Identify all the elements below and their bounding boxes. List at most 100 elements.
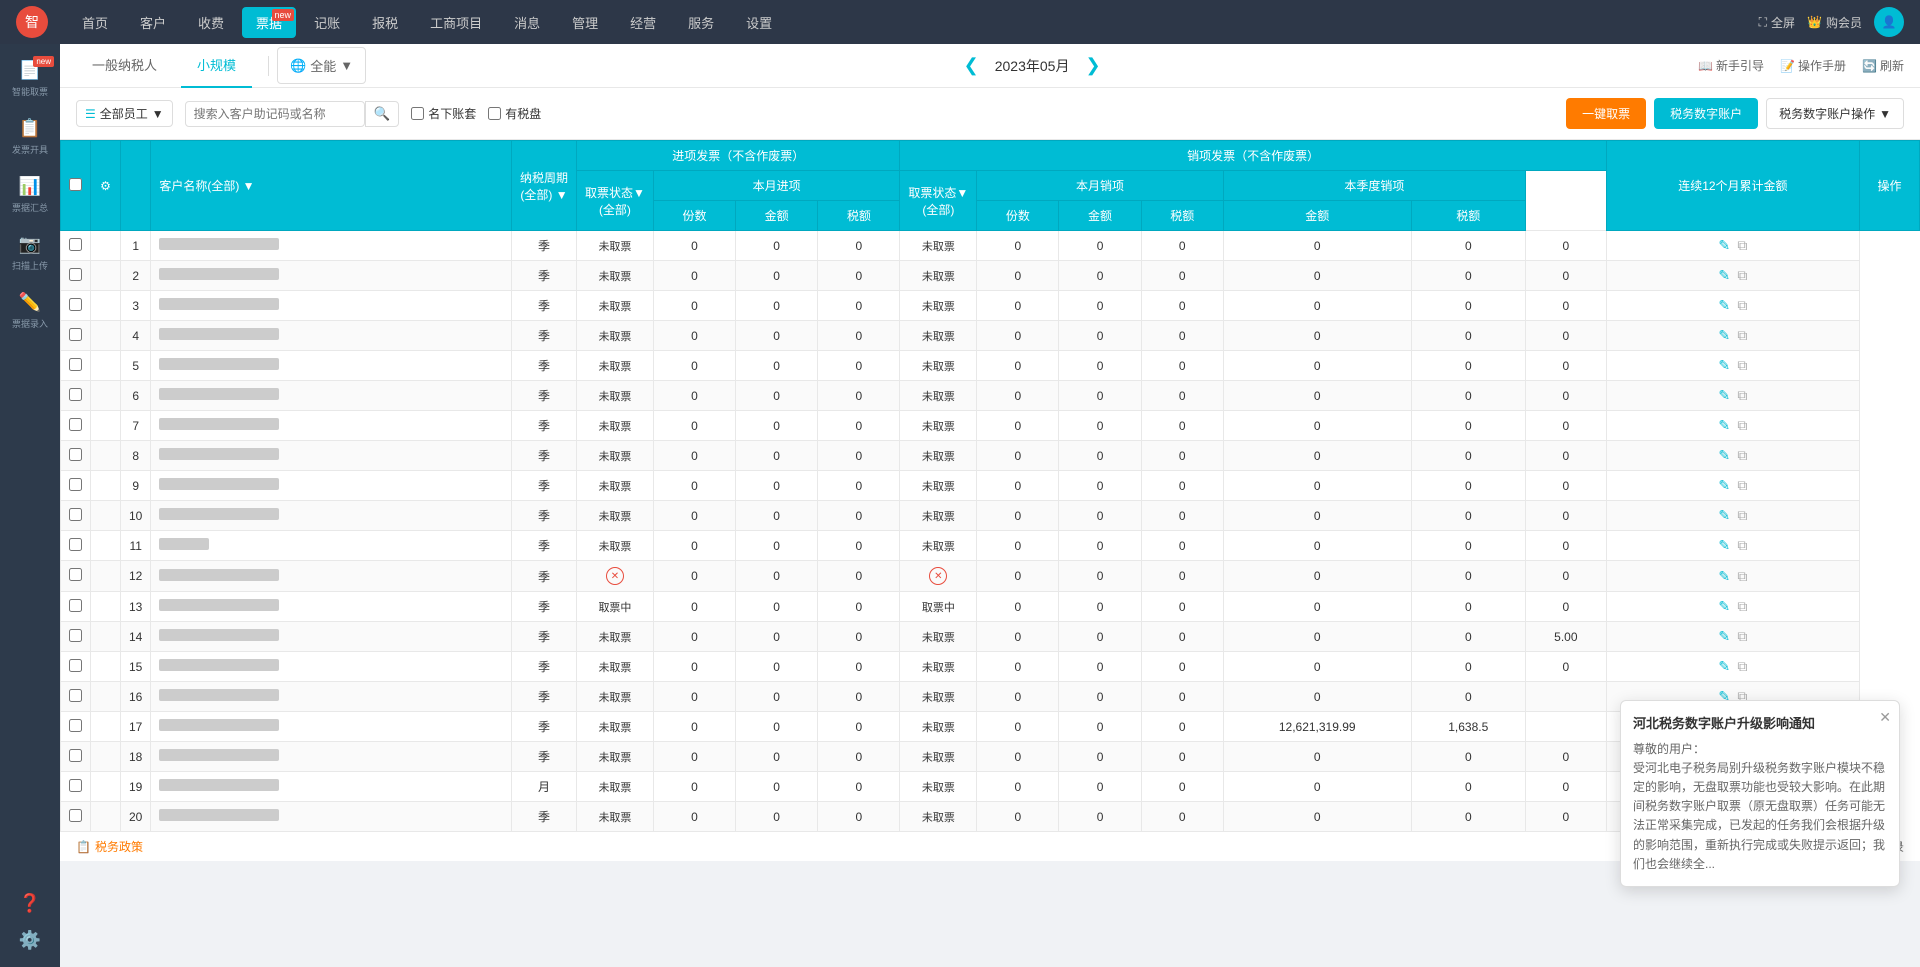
tab-small[interactable]: 小规模 [181, 44, 252, 88]
select-all-checkbox[interactable] [69, 178, 82, 191]
row-checkbox[interactable] [69, 328, 82, 341]
tax-policy-link[interactable]: 📋 税务政策 [76, 838, 143, 855]
copy-btn[interactable]: ⧉ [1737, 507, 1747, 523]
nav-business[interactable]: 工商项目 [416, 7, 496, 38]
edit-btn[interactable]: ✎ [1718, 568, 1730, 584]
copy-btn[interactable]: ⧉ [1737, 417, 1747, 433]
row-checkbox[interactable] [69, 779, 82, 792]
copy-btn[interactable]: ⧉ [1737, 387, 1747, 403]
tax-plate-checkbox[interactable] [488, 107, 501, 120]
employee-filter[interactable]: ☰ 全部员工 ▼ [76, 100, 173, 127]
chevron-down-icon: ▼ [340, 58, 353, 73]
row-checkbox[interactable] [69, 568, 82, 581]
membership-btn[interactable]: 👑 购会员 [1807, 14, 1862, 31]
manual-btn[interactable]: 📝 操作手册 [1780, 57, 1846, 74]
in-status: 未取票 [598, 752, 631, 764]
copy-btn[interactable]: ⧉ [1737, 628, 1747, 644]
nav-invoices[interactable]: 票据 new [242, 7, 296, 38]
sidebar-item-help[interactable]: ❓ [2, 885, 58, 922]
digital-ops-btn[interactable]: 税务数字账户操作 ▼ [1766, 98, 1904, 129]
copy-btn[interactable]: ⧉ [1737, 598, 1747, 614]
sidebar-item-scan-upload[interactable]: 📷 扫描上传 [2, 226, 58, 280]
nav-services[interactable]: 服务 [674, 7, 728, 38]
edit-btn[interactable]: ✎ [1718, 357, 1730, 373]
nav-billing[interactable]: 收费 [184, 7, 238, 38]
sidebar-item-invoice-summary[interactable]: 📊 票据汇总 [2, 168, 58, 222]
edit-btn[interactable]: ✎ [1718, 477, 1730, 493]
one-click-btn[interactable]: 一键取票 [1566, 98, 1646, 129]
copy-btn[interactable]: ⧉ [1737, 477, 1747, 493]
copy-btn[interactable]: ⧉ [1737, 537, 1747, 553]
row-checkbox[interactable] [69, 478, 82, 491]
copy-btn[interactable]: ⧉ [1737, 357, 1747, 373]
nav-management[interactable]: 管理 [558, 7, 612, 38]
user-avatar[interactable]: 👤 [1874, 7, 1904, 37]
row-checkbox[interactable] [69, 448, 82, 461]
search-input[interactable] [185, 101, 365, 127]
copy-btn[interactable]: ⧉ [1737, 267, 1747, 283]
edit-btn[interactable]: ✎ [1718, 297, 1730, 313]
edit-btn[interactable]: ✎ [1718, 658, 1730, 674]
search-button[interactable]: 🔍 [365, 101, 400, 127]
edit-btn[interactable]: ✎ [1718, 267, 1730, 283]
refresh-btn[interactable]: 🔄 刷新 [1862, 57, 1904, 74]
nav-home[interactable]: 首页 [68, 7, 122, 38]
fullscreen-btn[interactable]: ⛶ 全屏 [1759, 14, 1795, 31]
app-logo: 智 [16, 6, 48, 38]
row-checkbox[interactable] [69, 268, 82, 281]
row-checkbox[interactable] [69, 298, 82, 311]
copy-btn[interactable]: ⧉ [1737, 327, 1747, 343]
edit-btn[interactable]: ✎ [1718, 537, 1730, 553]
nav-clients[interactable]: 客户 [126, 7, 180, 38]
edit-btn[interactable]: ✎ [1718, 387, 1730, 403]
next-month-btn[interactable]: ❯ [1085, 55, 1100, 76]
nav-bookkeeping[interactable]: 记账 [300, 7, 354, 38]
tab-general[interactable]: 一般纳税人 [76, 44, 173, 88]
edit-btn[interactable]: ✎ [1718, 598, 1730, 614]
in-status: 未取票 [598, 391, 631, 403]
tab-all[interactable]: 🌐 全能 ▼ [277, 47, 366, 84]
edit-btn[interactable]: ✎ [1718, 447, 1730, 463]
row-checkbox[interactable] [69, 388, 82, 401]
ledger-checkbox-label[interactable]: 名下账套 [411, 105, 476, 122]
edit-btn[interactable]: ✎ [1718, 628, 1730, 644]
row-checkbox[interactable] [69, 719, 82, 732]
copy-btn[interactable]: ⧉ [1737, 658, 1747, 674]
nav-settings[interactable]: 设置 [732, 7, 786, 38]
nav-messages[interactable]: 消息 [500, 7, 554, 38]
prev-month-btn[interactable]: ❮ [964, 55, 979, 76]
copy-btn[interactable]: ⧉ [1737, 447, 1747, 463]
edit-btn[interactable]: ✎ [1718, 417, 1730, 433]
sidebar-item-settings2[interactable]: ⚙️ [2, 922, 58, 959]
row-checkbox[interactable] [69, 659, 82, 672]
edit-btn[interactable]: ✎ [1718, 237, 1730, 253]
ledger-checkbox[interactable] [411, 107, 424, 120]
copy-btn[interactable]: ⧉ [1737, 297, 1747, 313]
fullscreen-icon: ⛶ [1759, 15, 1767, 30]
nav-tax[interactable]: 报税 [358, 7, 412, 38]
sub-tabs-row: 一般纳税人 小规模 🌐 全能 ▼ ❮ 2023年05月 ❯ 📖 新手引导 📝 [60, 44, 1920, 88]
nav-operations[interactable]: 经营 [616, 7, 670, 38]
sidebar-item-issue-invoice[interactable]: 📋 发票开具 [2, 110, 58, 164]
row-checkbox[interactable] [69, 238, 82, 251]
row-checkbox[interactable] [69, 508, 82, 521]
digital-account-btn[interactable]: 税务数字账户 [1654, 98, 1758, 129]
row-checkbox[interactable] [69, 809, 82, 822]
sidebar-item-invoice-entry[interactable]: ✏️ 票据录入 [2, 284, 58, 338]
row-checkbox[interactable] [69, 599, 82, 612]
tax-plate-checkbox-label[interactable]: 有税盘 [488, 105, 541, 122]
row-checkbox[interactable] [69, 538, 82, 551]
copy-btn[interactable]: ⧉ [1737, 237, 1747, 253]
new-guide-btn[interactable]: 📖 新手引导 [1698, 57, 1764, 74]
row-checkbox[interactable] [69, 689, 82, 702]
notification-close-btn[interactable]: ✕ [1879, 709, 1891, 726]
row-checkbox[interactable] [69, 358, 82, 371]
row-checkbox[interactable] [69, 749, 82, 762]
edit-btn[interactable]: ✎ [1718, 327, 1730, 343]
row-checkbox[interactable] [69, 418, 82, 431]
refresh-icon: 🔄 [1862, 59, 1877, 73]
edit-btn[interactable]: ✎ [1718, 507, 1730, 523]
sidebar-item-smart-invoice[interactable]: 📄 智能取票 new [2, 52, 58, 106]
row-checkbox[interactable] [69, 629, 82, 642]
copy-btn[interactable]: ⧉ [1737, 568, 1747, 584]
